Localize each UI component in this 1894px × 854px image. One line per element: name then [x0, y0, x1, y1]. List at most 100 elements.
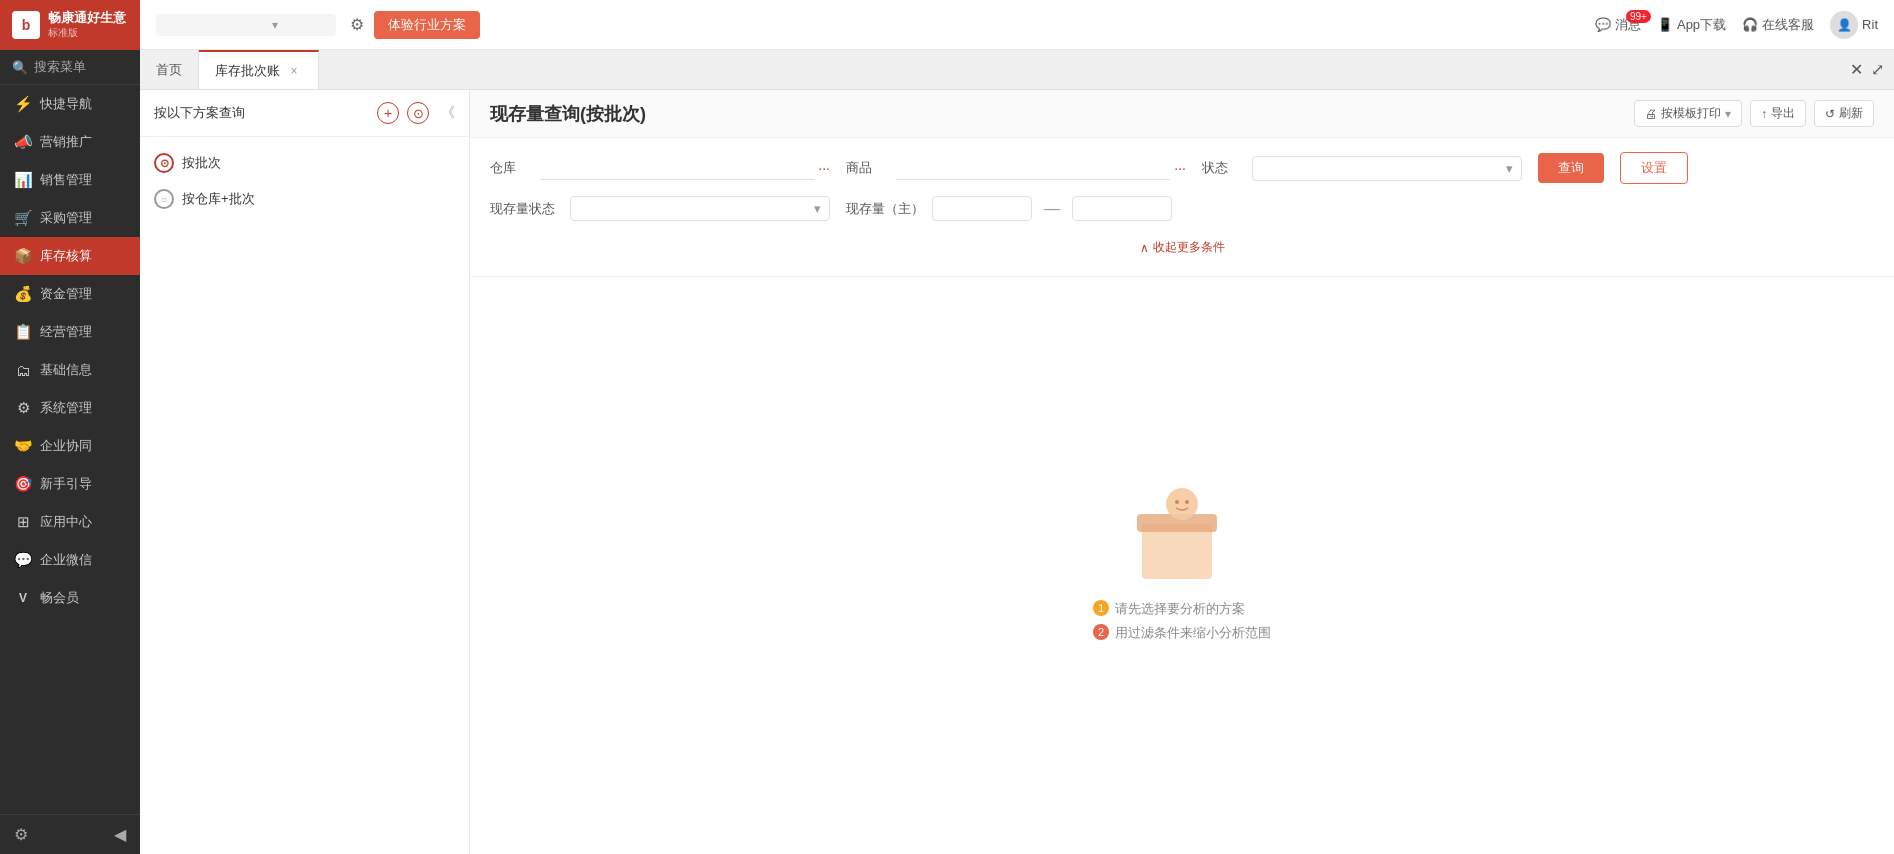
header-search-input[interactable]: [166, 18, 266, 32]
trial-button[interactable]: 体验行业方案: [374, 11, 480, 39]
header-gear-icon[interactable]: ⚙: [350, 15, 364, 34]
header-search-bar[interactable]: ▾: [156, 14, 336, 36]
sidebar-item-label: 应用中心: [40, 513, 92, 531]
settings-action-button[interactable]: 设置: [1620, 152, 1688, 184]
sidebar-search[interactable]: 🔍 搜索菜单: [0, 50, 140, 85]
tab-bar-expand-icon[interactable]: ⤢: [1871, 60, 1884, 79]
print-btn-label: 按模板打印: [1661, 105, 1721, 122]
message-icon: 💬: [1595, 17, 1611, 32]
operations-icon: 📋: [14, 323, 32, 341]
sidebar-item-sales[interactable]: 📊 销售管理: [0, 161, 140, 199]
scheme-settings-button[interactable]: ⊙: [407, 102, 429, 124]
empty-icon: [1122, 484, 1242, 584]
settings-bottom-icon[interactable]: ⚙: [14, 825, 28, 844]
status-dropdown[interactable]: ▾: [1252, 156, 1522, 181]
warehouse-more-button[interactable]: ···: [818, 160, 830, 176]
export-btn-label: 导出: [1771, 105, 1795, 122]
filter-area: 仓库 ··· 商品 ··· 状态 ▾: [470, 138, 1894, 277]
basics-icon: 🗂: [14, 361, 32, 379]
product-filter-label: 商品: [846, 159, 896, 177]
printer-icon: 🖨: [1645, 107, 1657, 121]
svg-point-3: [1175, 500, 1179, 504]
stock-status-label: 现存量状态: [490, 200, 570, 218]
app-download-item[interactable]: 📱 App下载: [1657, 16, 1726, 34]
empty-hint-list: 1 请先选择要分析的方案 2 用过滤条件来缩小分析范围: [1093, 600, 1271, 648]
left-panel: 按以下方案查询 + ⊙ 《 ⊙ 按批次 ○ 按仓库+批次: [140, 90, 470, 854]
scheme-by-warehouse-batch[interactable]: ○ 按仓库+批次: [140, 181, 469, 217]
sidebar-item-app-center[interactable]: ⊞ 应用中心: [0, 503, 140, 541]
sidebar-item-label: 新手引导: [40, 475, 92, 493]
user-avatar-item[interactable]: 👤 Rit: [1830, 11, 1878, 39]
tab-home[interactable]: 首页: [140, 50, 199, 89]
sidebar-bottom: ⚙ ◀: [0, 814, 140, 854]
stock-status-field: 现存量状态 ▾: [490, 196, 830, 221]
scheme-list: ⊙ 按批次 ○ 按仓库+批次: [140, 137, 469, 225]
left-panel-title: 按以下方案查询: [154, 104, 245, 122]
sidebar-item-quick-nav[interactable]: ⚡ 快捷导航: [0, 85, 140, 123]
export-icon: ↑: [1761, 107, 1767, 121]
empty-hint-2-text: 用过滤条件来缩小分析范围: [1115, 624, 1271, 642]
sidebar-item-basics[interactable]: 🗂 基础信息: [0, 351, 140, 389]
collapse-sidebar-icon[interactable]: ◀: [114, 825, 126, 844]
avatar-placeholder: 👤: [1837, 18, 1852, 32]
scheme-by-batch[interactable]: ⊙ 按批次: [140, 145, 469, 181]
sidebar-item-label: 基础信息: [40, 361, 92, 379]
sidebar-item-label: 系统管理: [40, 399, 92, 417]
sidebar-item-member[interactable]: V 畅会员: [0, 579, 140, 617]
stock-qty-separator: —: [1038, 200, 1066, 218]
sidebar-item-enterprise-collab[interactable]: 🤝 企业协同: [0, 427, 140, 465]
svg-point-4: [1185, 500, 1189, 504]
left-panel-actions: + ⊙ 《: [377, 102, 455, 124]
sidebar-item-inventory[interactable]: 📦 库存核算: [0, 237, 140, 275]
stock-status-dropdown[interactable]: ▾: [570, 196, 830, 221]
sidebar-item-operations[interactable]: 📋 经营管理: [0, 313, 140, 351]
search-icon: 🔍: [12, 60, 28, 75]
app-name: 畅康通好生意: [48, 10, 126, 26]
warehouse-filter-label: 仓库: [490, 159, 540, 177]
sidebar-item-label: 快捷导航: [40, 95, 92, 113]
sidebar-item-enterprise-wechat[interactable]: 💬 企业微信: [0, 541, 140, 579]
online-support-item[interactable]: 🎧 在线客服: [1742, 16, 1814, 34]
sidebar-item-new-guide[interactable]: 🎯 新手引导: [0, 465, 140, 503]
stock-qty-min-input[interactable]: [932, 196, 1032, 221]
stock-qty-field: 现存量（主） —: [846, 196, 1186, 221]
tab-close-button[interactable]: ×: [286, 63, 302, 79]
online-support-label: 在线客服: [1762, 16, 1814, 34]
message-item[interactable]: 💬 消息 99+: [1595, 16, 1641, 34]
sidebar-item-marketing[interactable]: 📣 营销推广: [0, 123, 140, 161]
header-search-arrow[interactable]: ▾: [272, 18, 278, 32]
stock-qty-max-input[interactable]: [1072, 196, 1172, 221]
collab-icon: 🤝: [14, 437, 32, 455]
guide-icon: 🎯: [14, 475, 32, 493]
purchase-icon: 🛒: [14, 209, 32, 227]
warehouse-filter-field: 仓库 ···: [490, 156, 830, 180]
status-filter-field: 状态 ▾: [1202, 156, 1522, 181]
left-panel-header: 按以下方案查询 + ⊙ 《: [140, 90, 469, 137]
warehouse-filter-input[interactable]: [540, 156, 814, 180]
sidebar-item-finance[interactable]: 💰 资金管理: [0, 275, 140, 313]
empty-hint-2: 2 用过滤条件来缩小分析范围: [1093, 624, 1271, 642]
tab-inventory-batch[interactable]: 库存批次账 ×: [199, 50, 319, 89]
print-template-button[interactable]: 🖨 按模板打印 ▾: [1634, 100, 1742, 127]
add-scheme-button[interactable]: +: [377, 102, 399, 124]
scheme-label: 按仓库+批次: [182, 190, 255, 208]
product-more-button[interactable]: ···: [1174, 160, 1186, 176]
export-button[interactable]: ↑ 导出: [1750, 100, 1806, 127]
print-dropdown-arrow: ▾: [1725, 107, 1731, 121]
sidebar-item-label: 销售管理: [40, 171, 92, 189]
sidebar-item-purchase[interactable]: 🛒 采购管理: [0, 199, 140, 237]
product-filter-input[interactable]: [896, 156, 1170, 180]
collapse-panel-button[interactable]: 《: [441, 104, 455, 122]
step1-badge: 1: [1093, 600, 1109, 616]
sidebar-item-label: 库存核算: [40, 247, 92, 265]
collapse-more-conditions[interactable]: ∧ 收起更多条件: [490, 233, 1874, 262]
filter-row-2: 现存量状态 ▾ 现存量（主） —: [490, 196, 1874, 221]
sidebar-item-system[interactable]: ⚙ 系统管理: [0, 389, 140, 427]
query-button[interactable]: 查询: [1538, 153, 1604, 183]
app-title-wrap: 畅康通好生意 标准版: [48, 10, 126, 40]
refresh-button[interactable]: ↺ 刷新: [1814, 100, 1874, 127]
sidebar-item-label: 畅会员: [40, 589, 79, 607]
app-center-icon: ⊞: [14, 513, 32, 531]
tab-bar-close-icon[interactable]: ✕: [1850, 60, 1863, 79]
marketing-icon: 📣: [14, 133, 32, 151]
